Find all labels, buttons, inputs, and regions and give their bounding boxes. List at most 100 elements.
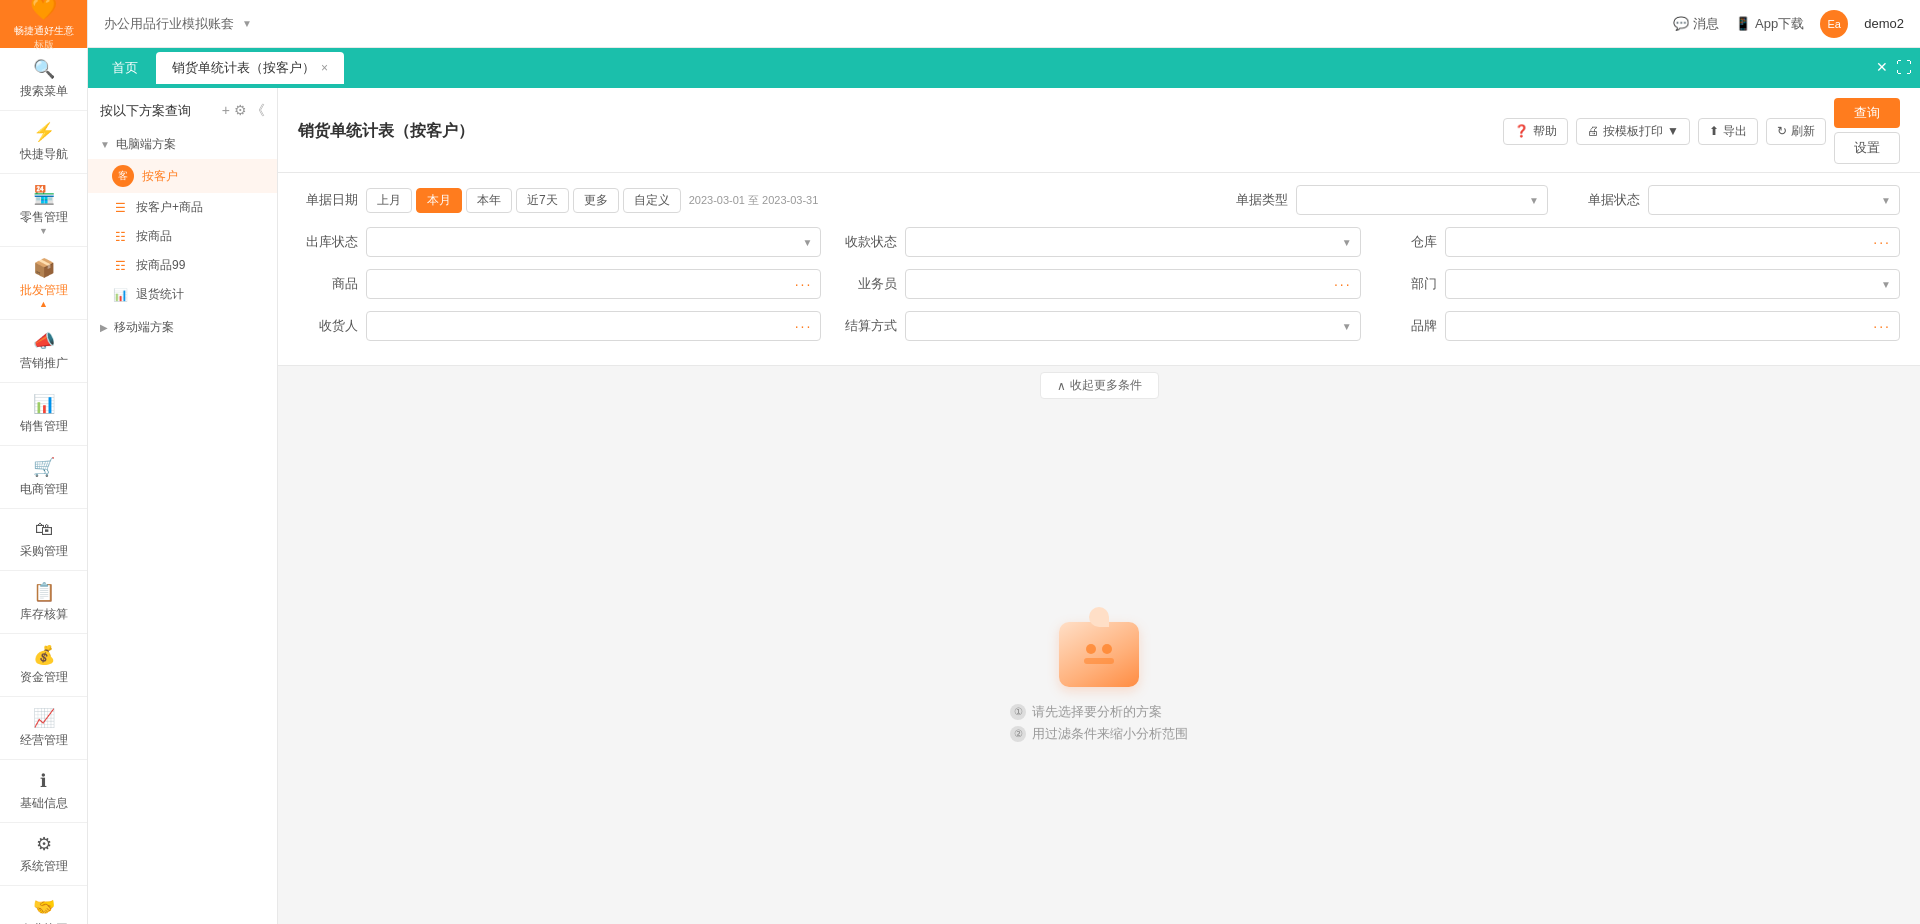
sidebar-item-inventory[interactable]: 📋 库存核算 bbox=[0, 571, 87, 634]
sidebar-label-search: 搜索菜单 bbox=[20, 83, 68, 100]
department-input[interactable]: ▼ bbox=[1445, 269, 1900, 299]
print-btn[interactable]: 🖨 按模板打印 ▼ bbox=[1576, 118, 1690, 145]
app-download-btn[interactable]: 📱 App下载 bbox=[1735, 15, 1804, 33]
settings-scheme-icon[interactable]: ⚙ bbox=[234, 102, 247, 120]
sidebar-label-system: 系统管理 bbox=[20, 858, 68, 875]
order-type-field: 单据类型 ▼ bbox=[1228, 185, 1548, 215]
sidebar-item-collab[interactable]: 🤝 企业协同 bbox=[0, 886, 87, 924]
collapse-scheme-icon[interactable]: 《 bbox=[251, 102, 265, 120]
sidebar-item-system[interactable]: ⚙ 系统管理 bbox=[0, 823, 87, 886]
export-icon: ⬆ bbox=[1709, 124, 1719, 138]
sidebar-label-inventory: 库存核算 bbox=[20, 606, 68, 623]
industry-dropdown-icon[interactable]: ▼ bbox=[242, 18, 252, 29]
message-btn[interactable]: 💬 消息 bbox=[1673, 15, 1719, 33]
header-right: 💬 消息 📱 App下载 Ea demo2 bbox=[1673, 10, 1904, 38]
refresh-icon: ↻ bbox=[1777, 124, 1787, 138]
goods-input[interactable]: ··· bbox=[366, 269, 821, 299]
goods-label: 商品 bbox=[298, 275, 358, 293]
shipping-status-dropdown-icon: ▼ bbox=[802, 237, 812, 248]
industry-label: 办公用品行业模拟账套 bbox=[104, 15, 234, 33]
scheme-item-customer[interactable]: 客 按客户 bbox=[88, 159, 277, 193]
brand-input[interactable]: ··· bbox=[1445, 311, 1900, 341]
app-download-label: App下载 bbox=[1755, 15, 1804, 33]
department-label: 部门 bbox=[1377, 275, 1437, 293]
right-content: 销货单统计表（按客户） ❓ 帮助 🖨 按模板打印 ▼ ⬆ bbox=[278, 88, 1920, 924]
date-btn-more[interactable]: 更多 bbox=[573, 188, 619, 213]
filter-area: 单据日期 上月 本月 本年 近7天 更多 自定义 2023-03-01 至 20… bbox=[278, 173, 1920, 365]
receiver-input[interactable]: ··· bbox=[366, 311, 821, 341]
scheme-item-goods99[interactable]: ☶ 按商品99 bbox=[88, 251, 277, 280]
page-header-top: 销货单统计表（按客户） ❓ 帮助 🖨 按模板打印 ▼ ⬆ bbox=[298, 98, 1900, 172]
tab-close-window-icon[interactable]: ✕ bbox=[1876, 59, 1888, 77]
desktop-group-arrow: ▼ bbox=[100, 139, 110, 150]
refresh-btn[interactable]: ↻ 刷新 bbox=[1766, 118, 1826, 145]
scheme-icon-return: 📊 bbox=[112, 287, 128, 303]
salesperson-field: 业务员 ··· bbox=[837, 269, 1360, 299]
warehouse-field: 仓库 ··· bbox=[1377, 227, 1900, 257]
message-label: 消息 bbox=[1693, 15, 1719, 33]
sidebar-item-wholesale[interactable]: 📦 批发管理 ▲ bbox=[0, 247, 87, 320]
tab-home-label: 首页 bbox=[112, 59, 138, 77]
mobile-group-label: 移动端方案 bbox=[114, 319, 174, 336]
warehouse-input[interactable]: ··· bbox=[1445, 227, 1900, 257]
payment-method-input[interactable]: ▼ bbox=[905, 311, 1360, 341]
date-btn-last-month[interactable]: 上月 bbox=[366, 188, 412, 213]
scheme-item-customer-goods[interactable]: ☰ 按客户+商品 bbox=[88, 193, 277, 222]
operation-icon: 📈 bbox=[33, 707, 55, 729]
receiver-label: 收货人 bbox=[298, 317, 358, 335]
shipping-status-input[interactable]: ▼ bbox=[366, 227, 821, 257]
hint-text-1: 请先选择要分析的方案 bbox=[1032, 703, 1162, 721]
sidebar-item-retail[interactable]: 🏪 零售管理 ▼ bbox=[0, 174, 87, 247]
hint-num-1: ① bbox=[1010, 704, 1026, 720]
salesperson-input[interactable]: ··· bbox=[905, 269, 1360, 299]
sidebar-label-purchase: 采购管理 bbox=[20, 543, 68, 560]
mobile-group-title[interactable]: ▶ 移动端方案 bbox=[88, 313, 277, 342]
date-btn-group: 上月 本月 本年 近7天 更多 自定义 2023-03-01 至 2023-03… bbox=[366, 188, 818, 213]
settings-btn[interactable]: 设置 bbox=[1834, 132, 1900, 164]
date-btn-7days[interactable]: 近7天 bbox=[516, 188, 569, 213]
scheme-icon-customer-goods: ☰ bbox=[112, 200, 128, 216]
date-filter-label: 单据日期 bbox=[298, 191, 358, 209]
sidebar-item-operation[interactable]: 📈 经营管理 bbox=[0, 697, 87, 760]
shipping-status-field: 出库状态 ▼ bbox=[298, 227, 821, 257]
sidebar-item-nav[interactable]: ⚡ 快捷导航 bbox=[0, 111, 87, 174]
order-type-label: 单据类型 bbox=[1228, 191, 1288, 209]
sidebar-item-sales[interactable]: 📊 销售管理 bbox=[0, 383, 87, 446]
sidebar-item-ecommerce[interactable]: 🛒 电商管理 bbox=[0, 446, 87, 509]
collapse-row: ∧ 收起更多条件 bbox=[278, 365, 1920, 405]
sidebar: 🧡 畅捷通好生意 标版 🔍 搜索菜单 ⚡ 快捷导航 🏪 零售管理 ▼ 📦 批发管… bbox=[0, 0, 88, 924]
empty-illustration bbox=[1039, 587, 1159, 687]
help-btn[interactable]: ❓ 帮助 bbox=[1503, 118, 1568, 145]
sidebar-item-finance[interactable]: 💰 资金管理 bbox=[0, 634, 87, 697]
date-btn-custom[interactable]: 自定义 bbox=[623, 188, 681, 213]
order-type-input[interactable]: ▼ bbox=[1296, 185, 1548, 215]
collapse-btn[interactable]: ∧ 收起更多条件 bbox=[1040, 372, 1159, 399]
tab-sales-stats[interactable]: 销货单统计表（按客户） × bbox=[156, 52, 344, 84]
scheme-item-goods[interactable]: ☷ 按商品 bbox=[88, 222, 277, 251]
scheme-panel: 按以下方案查询 + ⚙ 《 ▼ 电脑端方案 客 按客户 ☰ 按客 bbox=[88, 88, 278, 924]
scheme-item-return[interactable]: 📊 退货统计 bbox=[88, 280, 277, 309]
finance-icon: 💰 bbox=[33, 644, 55, 666]
tab-close-icon[interactable]: × bbox=[321, 61, 328, 75]
date-btn-this-month[interactable]: 本月 bbox=[416, 188, 462, 213]
export-btn[interactable]: ⬆ 导出 bbox=[1698, 118, 1758, 145]
scheme-icon-goods: ☷ bbox=[112, 229, 128, 245]
sidebar-item-basic[interactable]: ℹ 基础信息 bbox=[0, 760, 87, 823]
desktop-group-title[interactable]: ▼ 电脑端方案 bbox=[88, 130, 277, 159]
tab-maximize-icon[interactable]: ⛶ bbox=[1896, 59, 1912, 77]
query-btn[interactable]: 查询 bbox=[1834, 98, 1900, 128]
receipt-status-input[interactable]: ▼ bbox=[905, 227, 1360, 257]
scheme-icon-goods99: ☶ bbox=[112, 258, 128, 274]
mobile-scheme-group: ▶ 移动端方案 bbox=[88, 313, 277, 342]
receipt-status-field: 收款状态 ▼ bbox=[837, 227, 1360, 257]
receipt-status-dropdown-icon: ▼ bbox=[1342, 237, 1352, 248]
date-btn-this-year[interactable]: 本年 bbox=[466, 188, 512, 213]
user-avatar[interactable]: Ea bbox=[1820, 10, 1848, 38]
add-scheme-icon[interactable]: + bbox=[222, 102, 230, 120]
sidebar-item-marketing[interactable]: 📣 营销推广 bbox=[0, 320, 87, 383]
order-status-input[interactable]: ▼ bbox=[1648, 185, 1900, 215]
sidebar-item-purchase[interactable]: 🛍 采购管理 bbox=[0, 509, 87, 571]
hint-text-2: 用过滤条件来缩小分析范围 bbox=[1032, 725, 1188, 743]
tab-home[interactable]: 首页 bbox=[96, 52, 154, 84]
sidebar-item-search[interactable]: 🔍 搜索菜单 bbox=[0, 48, 87, 111]
